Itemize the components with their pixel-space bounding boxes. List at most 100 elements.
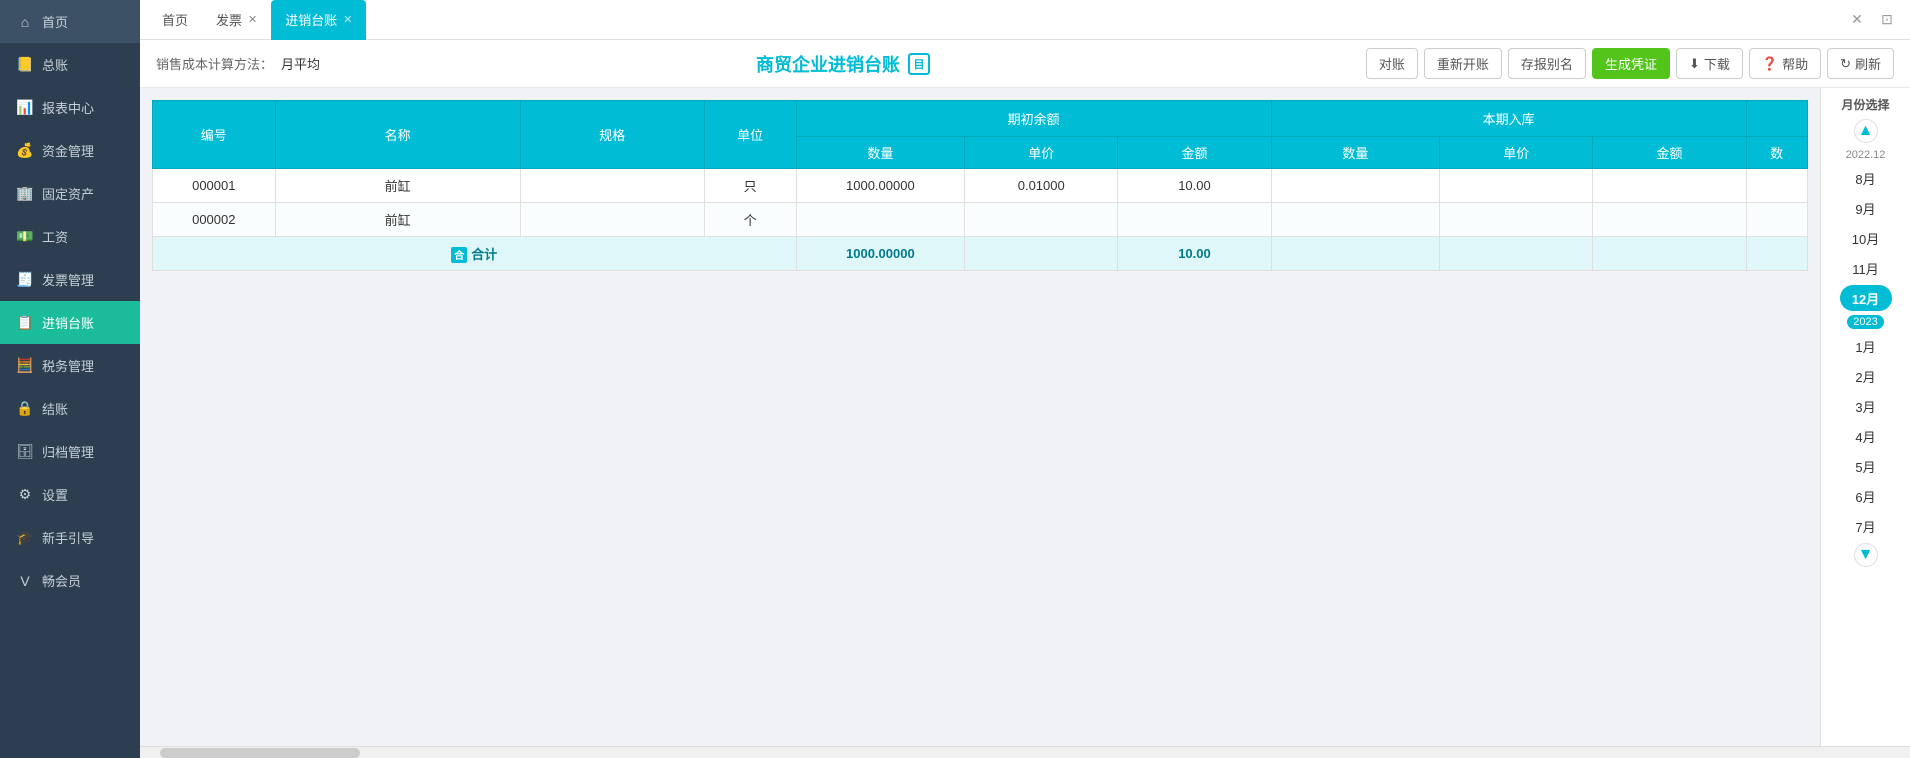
sidebar-item-vip[interactable]: V畅会员 (0, 559, 140, 602)
sidebar-icon-general-ledger: 📒 (16, 56, 34, 73)
sidebar-item-settings[interactable]: ⚙ 设置 (0, 473, 140, 516)
refresh-button[interactable]: ↻ 刷新 (1827, 48, 1894, 79)
cell-in-qty (1271, 203, 1440, 237)
scrollbar-thumb[interactable] (160, 748, 360, 758)
sidebar-label-report-center: 报表中心 (42, 98, 94, 117)
main-content: ✕ ⊡ 首页发票 ✕ 进销台账 ✕ 销售成本计算方法： 月平均 商贸企业进销台账 目 … (140, 0, 1910, 758)
tab-label-purchase-sales: 进销台账 (285, 10, 337, 29)
cell-extra (1746, 169, 1807, 203)
tab-purchase-sales[interactable]: 进销台账 ✕ (271, 0, 366, 40)
sidebar-item-tutorial[interactable]: 🎓新手引导 (0, 516, 140, 559)
save-alias-button[interactable]: 存报别名 (1508, 48, 1586, 79)
sidebar-icon-home: ⌂ (16, 14, 34, 30)
cell-in-price (1440, 169, 1593, 203)
month-panel-title: 月份选择 (1841, 96, 1889, 113)
sub-in-amount: 金额 (1593, 137, 1746, 169)
balance-button[interactable]: 对账 (1366, 48, 1418, 79)
sub-opening-amount: 金额 (1118, 137, 1271, 169)
sidebar-item-home[interactable]: ⌂首页 (0, 0, 140, 43)
col-opening: 期初余额 (796, 101, 1271, 137)
sidebar-item-purchase-sales[interactable]: 📋进销台账 (0, 301, 140, 344)
tab-label-invoice: 发票 (216, 10, 242, 29)
cell-in-price (1440, 203, 1593, 237)
cell-opening-qty (796, 203, 965, 237)
download-button[interactable]: ⬇ 下载 (1676, 48, 1743, 79)
sidebar-icon-closing: 🔒 (16, 400, 34, 417)
month-2023-6[interactable]: 6月 (1840, 483, 1892, 509)
month-2023-4[interactable]: 4月 (1840, 423, 1892, 449)
reopen-button[interactable]: 重新开账 (1424, 48, 1502, 79)
title-icon[interactable]: 目 (908, 53, 930, 75)
total-label: 合合计 (153, 237, 797, 271)
cell-code: 000002 (153, 203, 276, 237)
month-2023-7[interactable]: 7月 (1840, 513, 1892, 539)
month-2023-2[interactable]: 2月 (1840, 363, 1892, 389)
sidebar-label-invoice-mgmt: 发票管理 (42, 270, 94, 289)
col-code: 编号 (153, 101, 276, 169)
sidebar-icon-invoice-mgmt: 🧾 (16, 271, 34, 288)
col-extra (1746, 101, 1807, 137)
cell-unit: 个 (704, 203, 796, 237)
sidebar-label-settings: 设置 (42, 485, 68, 504)
cell-opening-amount (1118, 203, 1271, 237)
sidebar-item-archive-mgmt[interactable]: 🗄归档管理 (0, 430, 140, 473)
generate-voucher-button[interactable]: 生成凭证 (1592, 48, 1670, 79)
refresh-icon: ↻ (1840, 56, 1851, 72)
month-9[interactable]: 9月 (1840, 195, 1892, 221)
table-row[interactable]: 000001 前缸 只 1000.00000 0.01000 10.00 (153, 169, 1808, 203)
sidebar-label-general-ledger: 总账 (42, 55, 68, 74)
month-12[interactable]: 12月 (1840, 285, 1892, 311)
cell-extra (1746, 203, 1807, 237)
month-8[interactable]: 8月 (1840, 165, 1892, 191)
maximize-button[interactable]: ⊡ (1876, 8, 1898, 30)
cell-code: 000001 (153, 169, 276, 203)
total-opening-price (965, 237, 1118, 271)
tab-close-invoice[interactable]: ✕ (248, 13, 257, 26)
scroll-up-button[interactable]: ▲ (1854, 119, 1878, 143)
sidebar: ⌂首页📒总账📊报表中心💰资金管理🏢固定资产💵工资🧾发票管理📋进销台账🧮税务管理🔒… (0, 0, 140, 758)
col-name: 名称 (275, 101, 520, 169)
total-in-amount (1593, 237, 1746, 271)
total-extra (1746, 237, 1807, 271)
table-row[interactable]: 000002 前缸 个 (153, 203, 1808, 237)
cell-opening-price: 0.01000 (965, 169, 1118, 203)
sidebar-icon-settings: ⚙ (16, 486, 34, 503)
sub-in-unit-price: 单价 (1440, 137, 1593, 169)
month-2023-1[interactable]: 1月 (1840, 333, 1892, 359)
sidebar-item-salary[interactable]: 💵工资 (0, 215, 140, 258)
sidebar-item-fund-mgmt[interactable]: 💰资金管理 (0, 129, 140, 172)
sidebar-label-fixed-assets: 固定资产 (42, 184, 94, 203)
tab-invoice[interactable]: 发票 ✕ (202, 0, 271, 40)
tab-close-purchase-sales[interactable]: ✕ (343, 13, 352, 26)
sidebar-icon-salary: 💵 (16, 228, 34, 245)
sub-in-qty: 数量 (1271, 137, 1440, 169)
sidebar-item-invoice-mgmt[interactable]: 🧾 发票管理 (0, 258, 140, 301)
sidebar-item-report-center[interactable]: 📊报表中心 (0, 86, 140, 129)
cell-in-amount (1593, 203, 1746, 237)
month-10[interactable]: 10月 (1840, 225, 1892, 251)
close-button[interactable]: ✕ (1846, 8, 1868, 30)
sidebar-item-general-ledger[interactable]: 📒 总账 (0, 43, 140, 86)
page-header: 销售成本计算方法： 月平均 商贸企业进销台账 目 对账 重新开账 存报别名 生成… (140, 40, 1910, 88)
sidebar-item-closing[interactable]: 🔒结账 (0, 387, 140, 430)
cell-spec (520, 203, 704, 237)
month-2023-3[interactable]: 3月 (1840, 393, 1892, 419)
cell-opening-price (965, 203, 1118, 237)
col-spec: 规格 (520, 101, 704, 169)
cell-unit: 只 (704, 169, 796, 203)
year-2022-label: 2022.12 (1846, 149, 1886, 161)
cell-opening-qty: 1000.00000 (796, 169, 965, 203)
month-2023-5[interactable]: 5月 (1840, 453, 1892, 479)
scroll-down-button[interactable]: ▼ (1854, 543, 1878, 567)
total-row: 合合计 1000.00000 10.00 (153, 237, 1808, 271)
title-text: 商贸企业进销台账 (756, 51, 900, 77)
scrollbar-area[interactable] (140, 746, 1910, 758)
help-button[interactable]: ❓ 帮助 (1749, 48, 1821, 79)
total-icon: 合 (451, 247, 467, 263)
tab-home[interactable]: 首页 (148, 0, 202, 40)
table-container[interactable]: 编号 名称 规格 单位 期初余额 本期入库 数量 单价 金额 数量 单价 (140, 88, 1820, 746)
sidebar-item-fixed-assets[interactable]: 🏢固定资产 (0, 172, 140, 215)
month-11[interactable]: 11月 (1840, 255, 1892, 281)
total-opening-qty: 1000.00000 (796, 237, 965, 271)
sidebar-item-tax-mgmt[interactable]: 🧮税务管理 (0, 344, 140, 387)
